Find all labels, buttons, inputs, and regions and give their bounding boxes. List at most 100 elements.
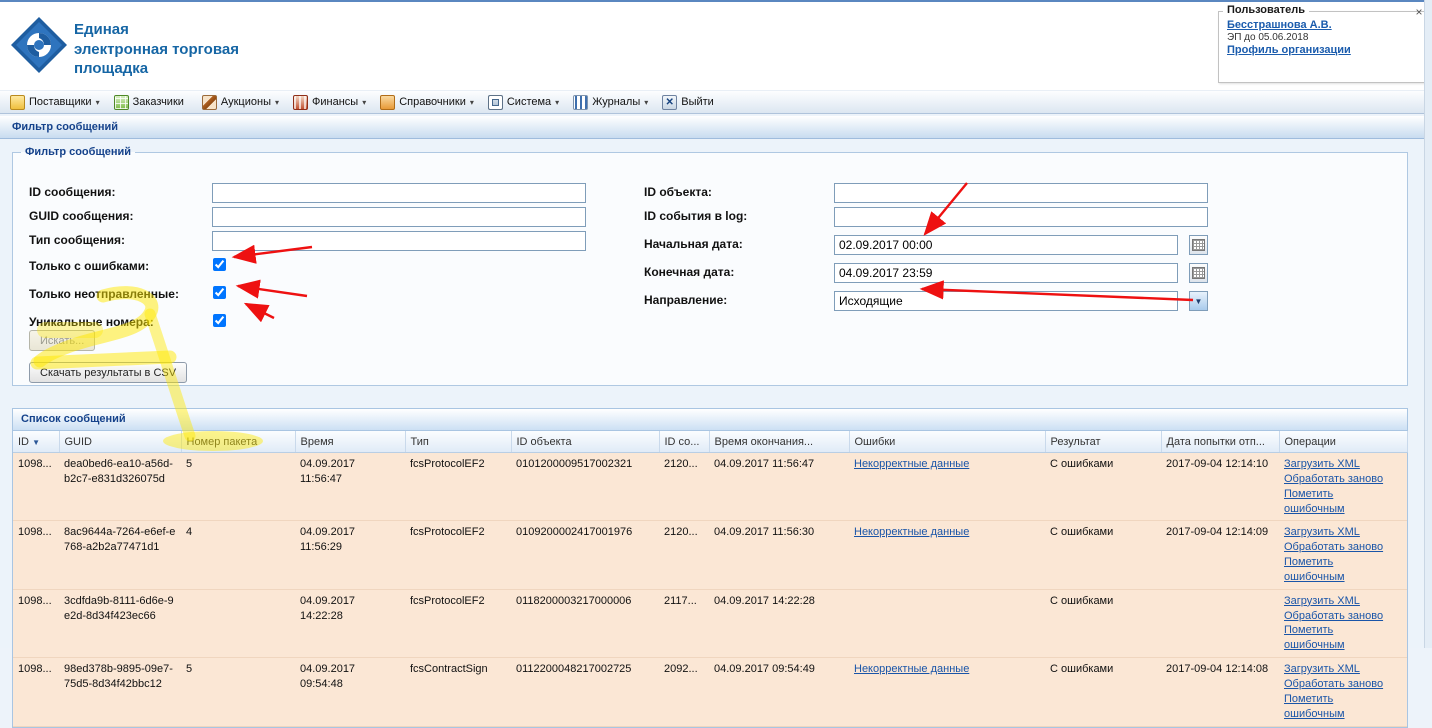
- cell-id: 1098...: [13, 452, 59, 522]
- end-date-input[interactable]: [834, 263, 1178, 283]
- col-label: Дата попытки отп...: [1166, 435, 1265, 448]
- errors-only-label: Только с ошибками:: [29, 259, 150, 273]
- reprocess-link[interactable]: Обработать заново: [1284, 677, 1389, 692]
- cell-event-id: 2120...: [659, 452, 709, 522]
- col-header-event-id[interactable]: ID со...: [659, 431, 710, 453]
- error-details-link[interactable]: Некорректные данные: [854, 663, 969, 675]
- search-button[interactable]: Искать...: [29, 330, 96, 351]
- cell-attempt-date: 2017-09-04 12:14:10: [1161, 452, 1279, 522]
- col-label: Тип: [410, 435, 429, 448]
- cell-errors: Некорректные данные: [849, 657, 1045, 727]
- reprocess-link[interactable]: Обработать заново: [1284, 540, 1389, 555]
- col-header-type[interactable]: Тип: [405, 431, 512, 453]
- col-label: Время окончания...: [714, 435, 814, 448]
- load-xml-link[interactable]: Загрузить XML: [1284, 662, 1389, 677]
- filter-panel: Фильтр сообщений ID сообщения: GUID сооб…: [12, 146, 1408, 386]
- finance-icon: [293, 94, 308, 110]
- col-label: Ошибки: [854, 435, 896, 448]
- col-label: Операции: [1284, 435, 1336, 448]
- col-header-time[interactable]: Время: [295, 431, 406, 453]
- cell-errors: Некорректные данные: [849, 452, 1045, 522]
- direction-label: Направление:: [644, 293, 728, 307]
- cell-operations: Загрузить XML Обработать заново Пометить…: [1279, 657, 1407, 727]
- chevron-down-icon: ▾: [644, 97, 649, 107]
- col-header-end-time[interactable]: Время окончания...: [709, 431, 850, 453]
- message-guid-input[interactable]: [212, 207, 586, 227]
- end-date-field: [834, 263, 1208, 283]
- direction-select[interactable]: ▼: [834, 291, 1208, 311]
- mark-erroneous-link[interactable]: Пометить ошибочным: [1284, 487, 1389, 517]
- message-id-input[interactable]: [212, 183, 586, 203]
- mark-erroneous-link[interactable]: Пометить ошибочным: [1284, 555, 1389, 585]
- menu-item-auctions[interactable]: Аукционы ▾: [201, 94, 279, 110]
- dropdown-button[interactable]: ▼: [1189, 291, 1208, 311]
- cell-event-id: 2117...: [659, 589, 709, 659]
- menu-item-finance[interactable]: Финансы ▾: [293, 94, 366, 110]
- cell-attempt-date: [1161, 589, 1279, 659]
- cell-type: fcsProtocolEF2: [405, 589, 511, 659]
- col-header-id[interactable]: ID ▼: [13, 431, 60, 453]
- col-header-operations[interactable]: Операции: [1279, 431, 1408, 453]
- start-date-calendar-button[interactable]: [1189, 235, 1208, 255]
- col-header-result[interactable]: Результат: [1045, 431, 1162, 453]
- log-event-id-input[interactable]: [834, 207, 1208, 227]
- error-details-link[interactable]: Некорректные данные: [854, 526, 969, 538]
- mark-erroneous-link[interactable]: Пометить ошибочным: [1284, 623, 1389, 653]
- chevron-down-icon: ▾: [274, 97, 279, 107]
- cell-result: С ошибками: [1045, 452, 1161, 522]
- org-profile-link[interactable]: Профиль организации: [1227, 44, 1417, 56]
- load-xml-link[interactable]: Загрузить XML: [1284, 525, 1389, 540]
- load-xml-link[interactable]: Загрузить XML: [1284, 457, 1389, 472]
- system-icon: [487, 94, 503, 110]
- cell-package: 5: [181, 452, 295, 522]
- menu-label: Аукционы: [220, 96, 271, 108]
- cell-end-time: 04.09.2017 09:54:49: [709, 657, 849, 727]
- user-panel-title: Пользователь: [1223, 4, 1310, 16]
- reprocess-link[interactable]: Обработать заново: [1284, 472, 1389, 487]
- menu-item-exit[interactable]: ✕ Выйти: [662, 94, 718, 110]
- col-header-guid[interactable]: GUID: [59, 431, 182, 453]
- user-name-link[interactable]: Бесстрашнова А.В.: [1227, 19, 1417, 31]
- col-header-package[interactable]: Номер пакета: [181, 431, 296, 453]
- end-date-calendar-button[interactable]: [1189, 263, 1208, 283]
- message-guid-label: GUID сообщения:: [29, 209, 134, 223]
- cell-errors: Некорректные данные: [849, 520, 1045, 590]
- cell-result: С ошибками: [1045, 657, 1161, 727]
- cell-time: 04.09.2017 11:56:47: [295, 452, 405, 522]
- message-type-input[interactable]: [212, 231, 586, 251]
- reprocess-link[interactable]: Обработать заново: [1284, 609, 1389, 624]
- scrollbar[interactable]: [1424, 0, 1432, 648]
- col-header-attempt-date[interactable]: Дата попытки отп...: [1161, 431, 1280, 453]
- load-xml-link[interactable]: Загрузить XML: [1284, 594, 1389, 609]
- direction-value[interactable]: [834, 291, 1178, 311]
- cell-attempt-date: 2017-09-04 12:14:08: [1161, 657, 1279, 727]
- col-header-object-id[interactable]: ID объекта: [511, 431, 660, 453]
- object-id-input[interactable]: [834, 183, 1208, 203]
- cell-type: fcsContractSign: [405, 657, 511, 727]
- unique-numbers-checkbox[interactable]: [213, 314, 226, 327]
- unsent-only-checkbox[interactable]: [213, 286, 226, 299]
- menu-item-journals[interactable]: Журналы ▾: [573, 94, 649, 110]
- start-date-input[interactable]: [834, 235, 1178, 255]
- cell-operations: Загрузить XML Обработать заново Пометить…: [1279, 452, 1407, 522]
- menu-item-suppliers[interactable]: Поставщики ▾: [10, 94, 100, 110]
- cell-time: 04.09.2017 11:56:29: [295, 520, 405, 590]
- cell-package: 5: [181, 657, 295, 727]
- cell-event-id: 2092...: [659, 657, 709, 727]
- sort-desc-icon: ▼: [32, 437, 40, 447]
- menu-label: Заказчики: [132, 96, 184, 108]
- col-header-errors[interactable]: Ошибки: [849, 431, 1046, 453]
- menu-item-reference[interactable]: Справочники ▾: [380, 94, 474, 110]
- menu-label: Журналы: [592, 96, 641, 108]
- menu-item-customers[interactable]: Заказчики: [113, 94, 188, 110]
- calendar-icon: [1192, 267, 1205, 279]
- download-csv-button[interactable]: Скачать результаты в CSV: [29, 362, 188, 383]
- table-row: 1098... 8ac9644a-7264-e6ef-e768-a2b2a774…: [13, 520, 1407, 590]
- message-id-label: ID сообщения:: [29, 185, 116, 199]
- chevron-down-icon: ▾: [555, 97, 560, 107]
- menu-item-system[interactable]: Система ▾: [487, 94, 560, 110]
- errors-only-checkbox[interactable]: [213, 258, 226, 271]
- mark-erroneous-link[interactable]: Пометить ошибочным: [1284, 692, 1389, 722]
- error-details-link[interactable]: Некорректные данные: [854, 458, 969, 470]
- start-date-label: Начальная дата:: [644, 237, 743, 251]
